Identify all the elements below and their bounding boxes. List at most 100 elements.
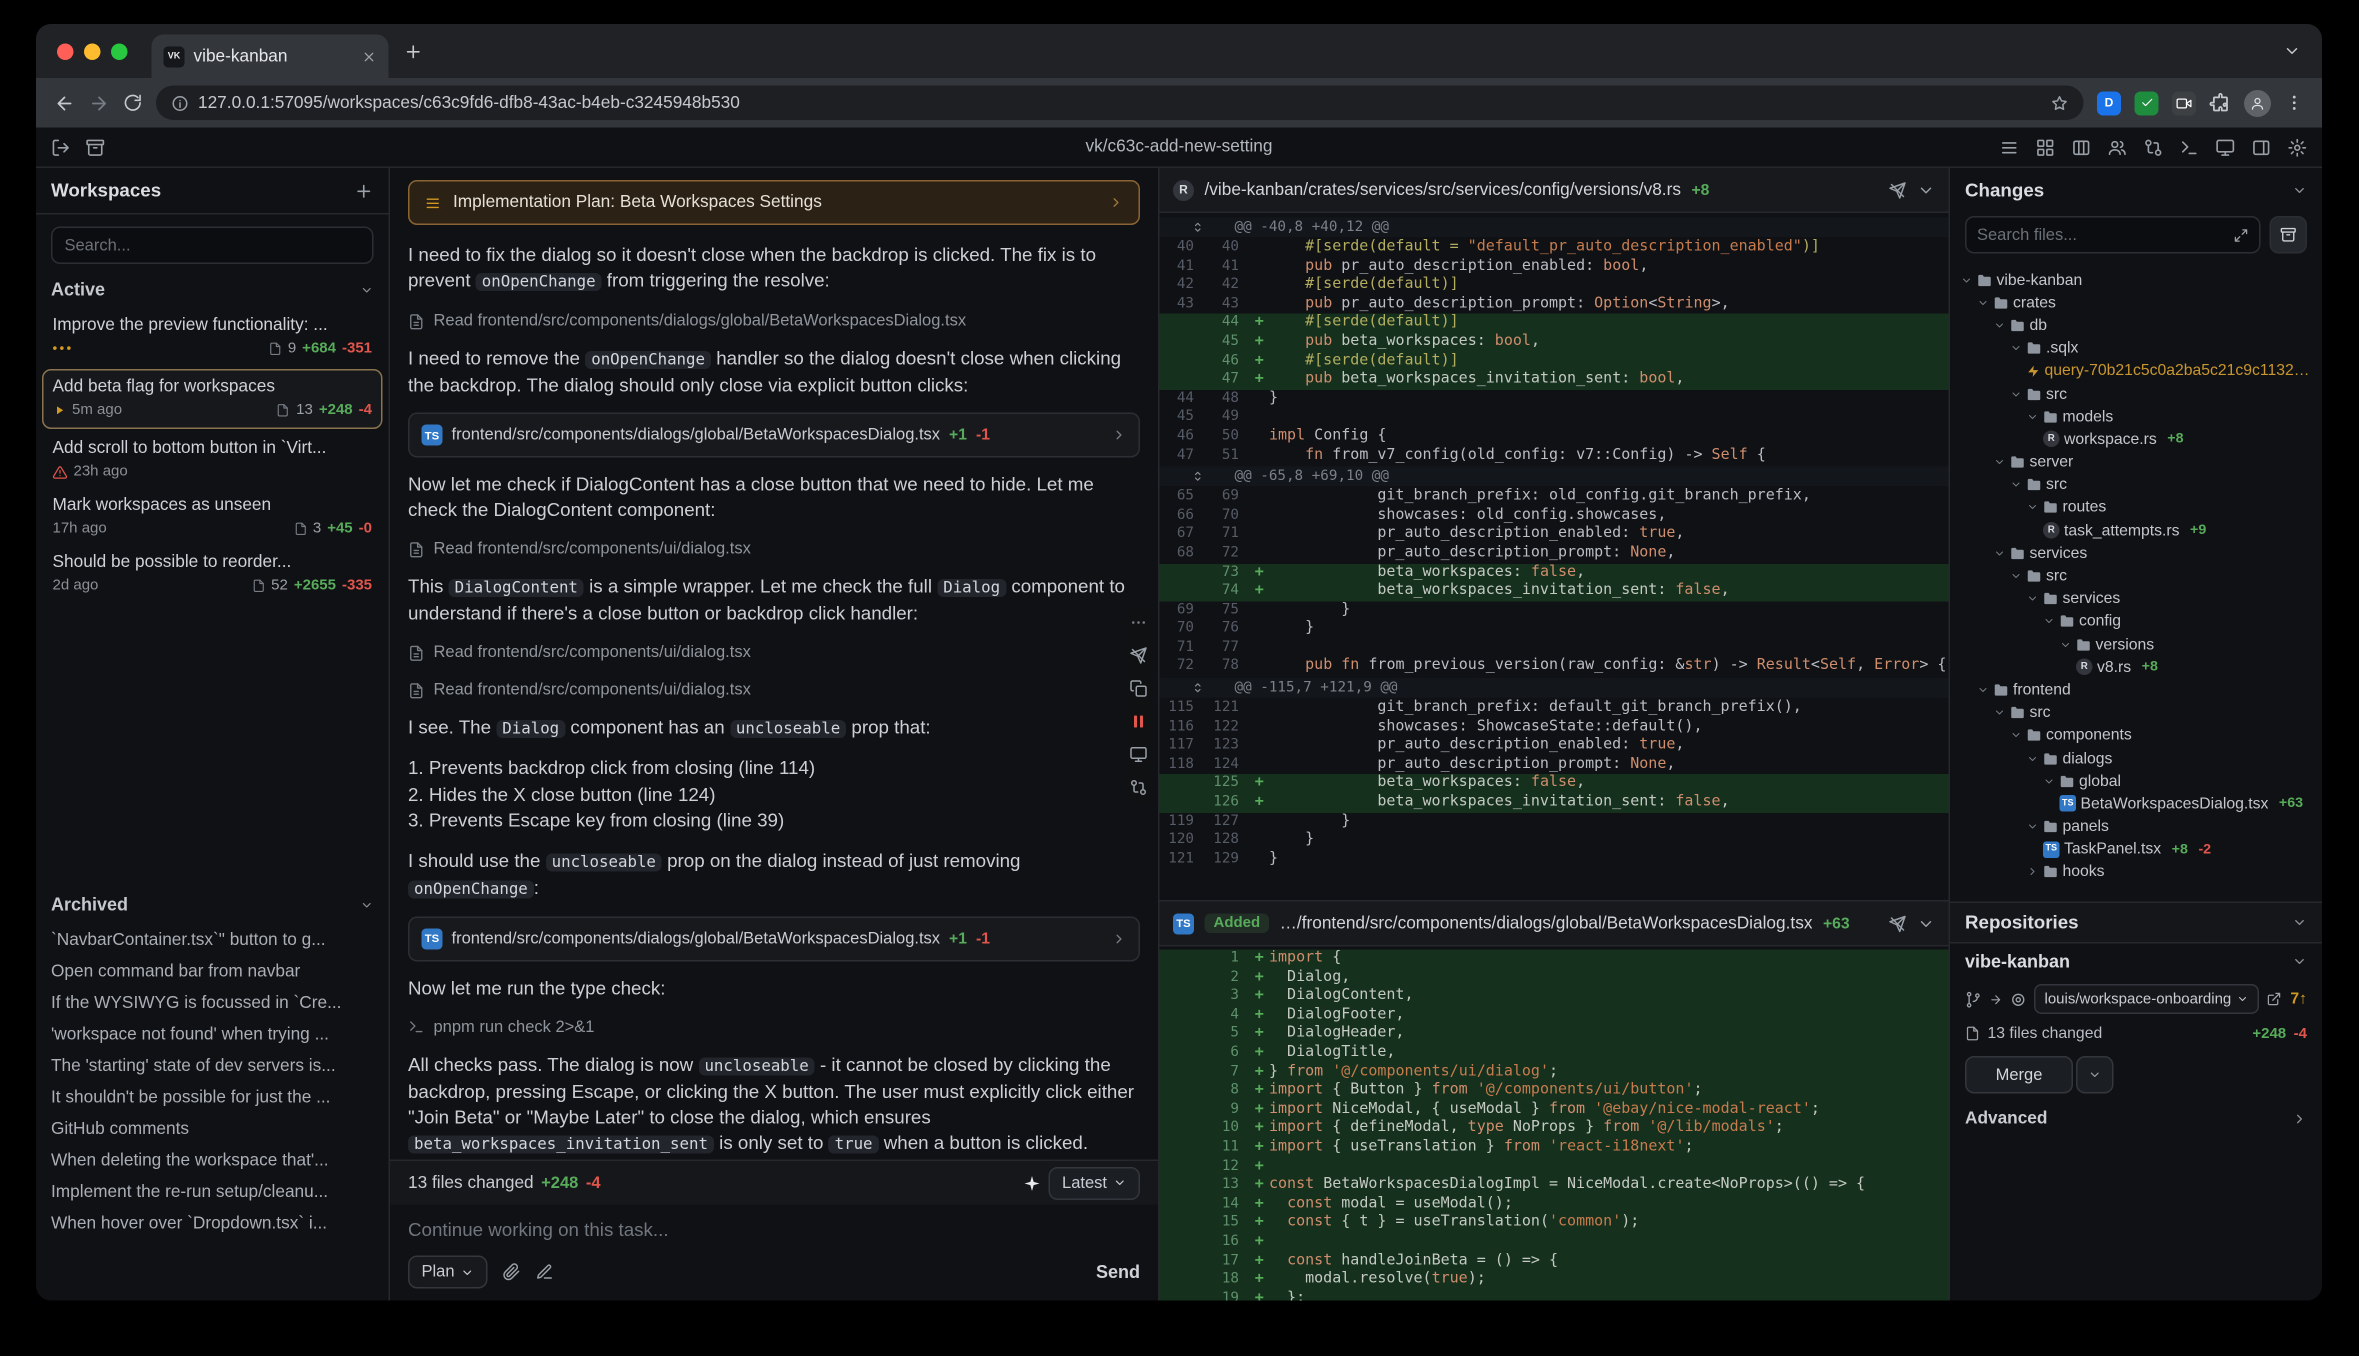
broadcast-off-icon[interactable] <box>1130 647 1148 665</box>
tree-folder[interactable]: dialogs <box>1950 747 2322 770</box>
tree-folder[interactable]: server <box>1950 451 2322 474</box>
tree-folder[interactable]: src <box>1950 382 2322 405</box>
tree-file[interactable]: TS BetaWorkspacesDialog.tsx +63 <box>1950 792 2322 815</box>
tree-folder[interactable]: db <box>1950 314 2322 337</box>
tree-file[interactable]: Rworkspace.rs +8 <box>1950 428 2322 451</box>
git-compare-icon[interactable] <box>2144 137 2164 157</box>
stash-button[interactable] <box>2269 216 2307 254</box>
send-button[interactable]: Send <box>1096 1262 1140 1283</box>
archived-workspace-item[interactable]: Open command bar from navbar <box>36 956 389 988</box>
tree-folder[interactable]: frontend <box>1950 679 2322 702</box>
add-workspace-icon[interactable] <box>354 181 374 201</box>
tree-file[interactable]: TS TaskPanel.tsx +8 -2 <box>1950 838 2322 861</box>
archived-workspace-item[interactable]: It shouldn't be possible for just the ..… <box>36 1082 389 1114</box>
diff-header[interactable]: TS Added …/frontend/src/components/dialogs… <box>1159 901 1949 947</box>
tree-folder[interactable]: panels <box>1950 815 2322 838</box>
back-icon[interactable] <box>54 92 75 113</box>
changes-header[interactable]: Changes <box>1950 168 2322 213</box>
tree-folder[interactable]: services <box>1950 587 2322 610</box>
workspace-search-input[interactable] <box>51 226 374 264</box>
mode-dropdown[interactable]: Plan <box>408 1255 488 1289</box>
browser-menu-icon[interactable] <box>2285 93 2305 113</box>
tool-call-row[interactable]: Read frontend/src/components/ui/dialog.t… <box>408 537 1140 561</box>
tree-folder[interactable]: routes <box>1950 496 2322 519</box>
open-in-icon[interactable] <box>51 137 71 157</box>
tab-close-icon[interactable] <box>362 49 377 64</box>
profile-avatar[interactable] <box>2244 89 2271 117</box>
extension-d-icon[interactable]: D <box>2097 90 2121 115</box>
attach-icon[interactable] <box>503 1263 521 1281</box>
archived-workspace-item[interactable]: When hover over `Dropdown.tsx` i... <box>36 1208 389 1240</box>
expand-hunk-icon[interactable] <box>1190 681 1204 695</box>
file-search[interactable] <box>1965 216 2261 254</box>
tree-folder[interactable]: hooks <box>1950 861 2322 884</box>
merge-button[interactable]: Merge <box>1965 1056 2073 1094</box>
browser-tab[interactable]: VK vibe-kanban <box>151 34 389 78</box>
broadcast-off-icon[interactable] <box>1889 914 1907 932</box>
close-window-button[interactable] <box>57 42 74 60</box>
plan-banner[interactable]: Implementation Plan: Beta Workspaces Set… <box>408 180 1140 225</box>
expand-icon[interactable] <box>2234 227 2249 242</box>
diff-header[interactable]: R/vibe-kanban/crates/services/src/servic… <box>1159 168 1949 213</box>
message-input[interactable] <box>408 1216 1140 1256</box>
tree-folder[interactable]: src <box>1950 565 2322 588</box>
archive-icon[interactable] <box>86 137 106 157</box>
workspace-item[interactable]: Add scroll to bottom button in `Virt... 2… <box>42 432 383 489</box>
branch-selector[interactable]: louis/workspace-onboarding <box>2034 984 2259 1015</box>
omnibox[interactable]: 127.0.0.1:57095/workspaces/c63c9fd6-dfb8… <box>156 85 2084 120</box>
workspace-item[interactable]: Mark workspaces as unseen 17h ago 3 +45 -0 <box>42 489 383 546</box>
advanced-row[interactable]: Advanced <box>1950 1100 2322 1139</box>
expand-hunk-icon[interactable] <box>1190 221 1204 235</box>
archived-workspace-item[interactable]: 'workspace not found' when trying ... <box>36 1019 389 1051</box>
preview-icon[interactable] <box>1130 746 1148 764</box>
merge-options-button[interactable] <box>2076 1056 2114 1094</box>
repo-row[interactable]: vibe-kanban <box>1950 944 2322 980</box>
workspace-item[interactable]: Should be possible to reorder... 2d ago 52… <box>42 546 383 603</box>
workspace-item[interactable]: Add beta flag for workspaces 5m ago 13 +248… <box>42 369 383 429</box>
new-tab-icon[interactable] <box>404 41 424 61</box>
view-columns-icon[interactable] <box>2072 137 2092 157</box>
hunk-header[interactable]: @@ -40,8 +40,12 @@ <box>1159 217 1949 237</box>
archived-workspace-item[interactable]: If the WYSIWYG is focussed in `Cre... <box>36 987 389 1019</box>
file-change-card[interactable]: TS frontend/src/components/dialogs/global… <box>408 915 1140 961</box>
archived-workspace-item[interactable]: The 'starting' state of dev servers is..… <box>36 1050 389 1082</box>
hunk-header[interactable]: @@ -115,7 +121,9 @@ <box>1159 678 1949 698</box>
file-search-input[interactable] <box>1977 225 2226 244</box>
copy-icon[interactable] <box>1130 680 1148 698</box>
tree-folder[interactable]: config <box>1950 610 2322 633</box>
tree-folder[interactable]: models <box>1950 405 2322 428</box>
extensions-icon[interactable] <box>2209 92 2231 113</box>
terminal-icon[interactable] <box>2180 137 2200 157</box>
archived-workspace-item[interactable]: When deleting the workspace that'... <box>36 1145 389 1177</box>
extension-green-icon[interactable] <box>2134 90 2159 115</box>
panel-right-icon[interactable] <box>2252 137 2272 157</box>
external-link-icon[interactable] <box>2266 992 2281 1007</box>
tree-file[interactable]: query-70b21c5c0a2ba5c21c9c1132f14a68… <box>1950 360 2322 383</box>
collapse-icon[interactable] <box>1917 914 1935 932</box>
collapse-icon[interactable] <box>1917 181 1935 199</box>
tool-call-row[interactable]: pnpm run check 2>&1 <box>408 1015 1140 1039</box>
reload-icon[interactable] <box>123 93 143 113</box>
bookmark-icon[interactable] <box>2051 94 2069 112</box>
view-grid-icon[interactable] <box>2036 137 2056 157</box>
workspace-item[interactable]: Improve the preview functionality: ... ••… <box>42 309 383 366</box>
view-list-icon[interactable] <box>2000 137 2020 157</box>
zoom-window-button[interactable] <box>111 42 128 60</box>
minimize-window-button[interactable] <box>84 42 101 60</box>
archived-workspace-item[interactable]: `NavbarContainer.tsx`" button to g... <box>36 924 389 956</box>
tool-call-row[interactable]: Read frontend/src/components/ui/dialog.t… <box>408 678 1140 702</box>
tool-call-row[interactable]: Read frontend/src/components/ui/dialog.t… <box>408 641 1140 665</box>
tree-folder[interactable]: components <box>1950 724 2322 747</box>
site-info-icon[interactable] <box>171 94 189 112</box>
tree-folder[interactable]: crates <box>1950 291 2322 314</box>
preview-icon[interactable] <box>2216 137 2236 157</box>
expand-hunk-icon[interactable] <box>1190 470 1204 484</box>
pause-icon[interactable] <box>1130 713 1148 731</box>
screen-capture-extension-icon[interactable] <box>2172 90 2196 115</box>
tree-folder[interactable]: services <box>1950 542 2322 565</box>
archived-workspace-item[interactable]: Implement the re-run setup/cleanu... <box>36 1176 389 1208</box>
archived-section-header[interactable]: Archived <box>36 885 389 924</box>
tree-folder[interactable]: global <box>1950 770 2322 793</box>
url-text[interactable]: 127.0.0.1:57095/workspaces/c63c9fd6-dfb8… <box>198 94 2042 112</box>
tool-call-row[interactable]: Read frontend/src/components/dialogs/glo… <box>408 309 1140 333</box>
